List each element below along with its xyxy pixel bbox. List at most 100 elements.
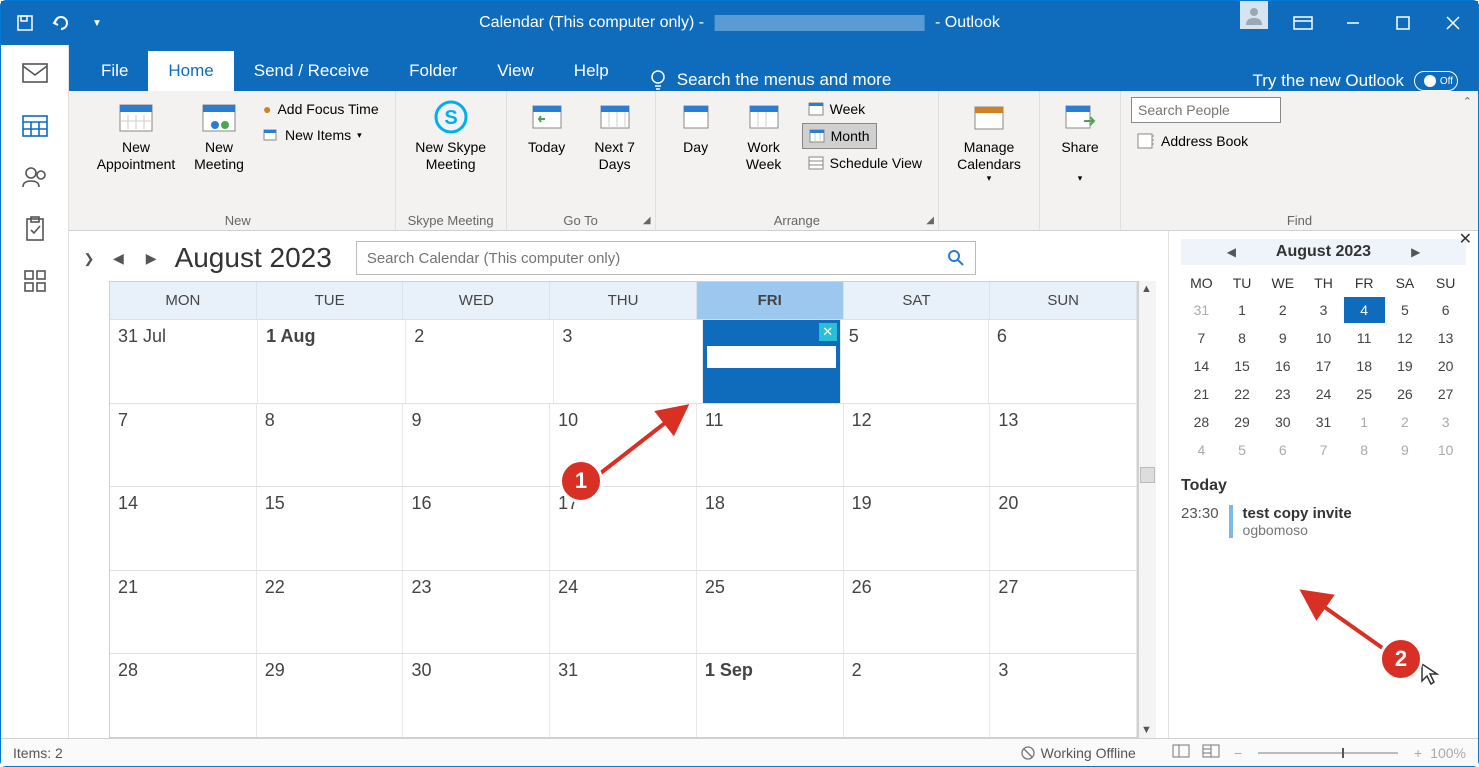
mini-day[interactable]: 7: [1303, 437, 1344, 463]
mini-day[interactable]: 16: [1262, 353, 1303, 379]
calendar-cell[interactable]: 23: [403, 571, 550, 654]
calendar-search-input[interactable]: [367, 250, 947, 267]
mini-day[interactable]: 3: [1425, 409, 1466, 435]
manage-calendars-button[interactable]: Manage Calendars ▾: [949, 97, 1029, 183]
calendar-cell[interactable]: 30: [403, 654, 550, 737]
share-button[interactable]: Share▾: [1050, 97, 1110, 183]
mini-day[interactable]: 18: [1344, 353, 1385, 379]
calendar-cell[interactable]: 20: [990, 487, 1137, 570]
minimize-button[interactable]: [1328, 1, 1378, 45]
mini-day[interactable]: 22: [1222, 381, 1263, 407]
mini-day[interactable]: 29: [1222, 409, 1263, 435]
calendar-cell[interactable]: 2: [844, 654, 991, 737]
calendar-cell[interactable]: 3: [554, 320, 702, 403]
close-pane-button[interactable]: ✕: [1459, 229, 1472, 249]
mini-day[interactable]: 26: [1385, 381, 1426, 407]
calendar-cell[interactable]: 13: [990, 404, 1137, 487]
calendar-cell[interactable]: 8: [257, 404, 404, 487]
calendar-cell[interactable]: 11: [697, 404, 844, 487]
ribbon-display-icon[interactable]: [1278, 1, 1328, 45]
tab-view[interactable]: View: [477, 51, 554, 91]
calendar-cell[interactable]: 16: [403, 487, 550, 570]
calendar-cell[interactable]: 12: [844, 404, 991, 487]
arrange-dialog-launcher[interactable]: ◢: [926, 215, 934, 226]
more-apps-rail-button[interactable]: [11, 257, 59, 305]
mini-day[interactable]: 8: [1222, 325, 1263, 351]
calendar-cell[interactable]: 26: [844, 571, 991, 654]
tasks-rail-button[interactable]: [11, 205, 59, 253]
mini-day[interactable]: 27: [1425, 381, 1466, 407]
mini-day[interactable]: 9: [1385, 437, 1426, 463]
mini-day[interactable]: 4: [1181, 437, 1222, 463]
mini-day[interactable]: 31: [1303, 409, 1344, 435]
calendar-cell[interactable]: 28: [110, 654, 257, 737]
mini-day[interactable]: 14: [1181, 353, 1222, 379]
calendar-cell[interactable]: 1 Aug: [258, 320, 406, 403]
mini-day[interactable]: 7: [1181, 325, 1222, 351]
mini-day[interactable]: 23: [1262, 381, 1303, 407]
mini-day[interactable]: 10: [1303, 325, 1344, 351]
calendar-cell[interactable]: 24: [550, 571, 697, 654]
mini-day[interactable]: 12: [1385, 325, 1426, 351]
calendar-cell[interactable]: 7: [110, 404, 257, 487]
calendar-search[interactable]: [356, 241, 976, 275]
tab-home[interactable]: Home: [148, 51, 233, 91]
calendar-cell[interactable]: 19: [844, 487, 991, 570]
agenda-item[interactable]: 23:30 test copy invite ogbomoso: [1181, 505, 1466, 538]
calendar-cell[interactable]: 9: [403, 404, 550, 487]
schedule-view-button[interactable]: Schedule View: [802, 151, 928, 175]
calendar-cell[interactable]: 1 Sep: [697, 654, 844, 737]
expand-folder-pane[interactable]: ❯: [69, 231, 109, 738]
mini-day[interactable]: 17: [1303, 353, 1344, 379]
mini-day[interactable]: 8: [1344, 437, 1385, 463]
mini-day[interactable]: 19: [1385, 353, 1426, 379]
mini-day[interactable]: 15: [1222, 353, 1263, 379]
mini-day[interactable]: 6: [1262, 437, 1303, 463]
today-button[interactable]: Today: [517, 97, 577, 156]
mini-day[interactable]: 25: [1344, 381, 1385, 407]
new-items-button[interactable]: New Items ▾: [257, 123, 368, 147]
calendar-cell[interactable]: 31: [550, 654, 697, 737]
mini-day[interactable]: 30: [1262, 409, 1303, 435]
calendar-cell[interactable]: 14: [110, 487, 257, 570]
mini-day[interactable]: 4: [1344, 297, 1385, 323]
cancel-quick-entry[interactable]: ✕: [819, 323, 837, 341]
calendar-cell[interactable]: 29: [257, 654, 404, 737]
mini-day[interactable]: 20: [1425, 353, 1466, 379]
next-7-days-button[interactable]: Next 7 Days: [585, 97, 645, 173]
tab-folder[interactable]: Folder: [389, 51, 477, 91]
calendar-cell[interactable]: 27: [990, 571, 1137, 654]
new-skype-meeting-button[interactable]: S New Skype Meeting: [406, 97, 496, 173]
tab-send-receive[interactable]: Send / Receive: [234, 51, 389, 91]
zoom-in-button[interactable]: +: [1406, 745, 1430, 761]
mini-day[interactable]: 2: [1385, 409, 1426, 435]
mini-day[interactable]: 13: [1425, 325, 1466, 351]
mini-day[interactable]: 5: [1222, 437, 1263, 463]
next-month-button[interactable]: ▶: [142, 246, 161, 271]
try-new-outlook[interactable]: Try the new Outlook Off: [1253, 71, 1479, 91]
add-focus-time-button[interactable]: ●Add Focus Time: [257, 97, 385, 121]
new-meeting-button[interactable]: New Meeting: [189, 97, 249, 173]
zoom-slider[interactable]: [1258, 752, 1398, 754]
view-normal-icon[interactable]: [1166, 744, 1196, 761]
calendar-cell[interactable]: 22: [257, 571, 404, 654]
month-view-button[interactable]: Month: [802, 123, 877, 149]
mini-day[interactable]: 1: [1344, 409, 1385, 435]
collapse-ribbon-icon[interactable]: ⌃: [1463, 95, 1472, 108]
prev-month-button[interactable]: ◀: [109, 246, 128, 271]
quick-entry-input[interactable]: [706, 345, 837, 369]
work-week-button[interactable]: Work Week: [734, 97, 794, 173]
close-button[interactable]: [1428, 1, 1478, 45]
calendar-cell[interactable]: 6: [989, 320, 1137, 403]
mini-day[interactable]: 3: [1303, 297, 1344, 323]
mini-day[interactable]: 31: [1181, 297, 1222, 323]
people-rail-button[interactable]: [11, 153, 59, 201]
calendar-cell[interactable]: 2: [406, 320, 554, 403]
zoom-level[interactable]: 100%: [1430, 745, 1466, 761]
calendar-cell[interactable]: 31 Jul: [110, 320, 258, 403]
mini-next-button[interactable]: ▶: [1411, 245, 1420, 259]
address-book-button[interactable]: Address Book: [1131, 129, 1254, 153]
mini-day[interactable]: 11: [1344, 325, 1385, 351]
view-reading-icon[interactable]: [1196, 744, 1226, 761]
calendar-cell[interactable]: 21: [110, 571, 257, 654]
